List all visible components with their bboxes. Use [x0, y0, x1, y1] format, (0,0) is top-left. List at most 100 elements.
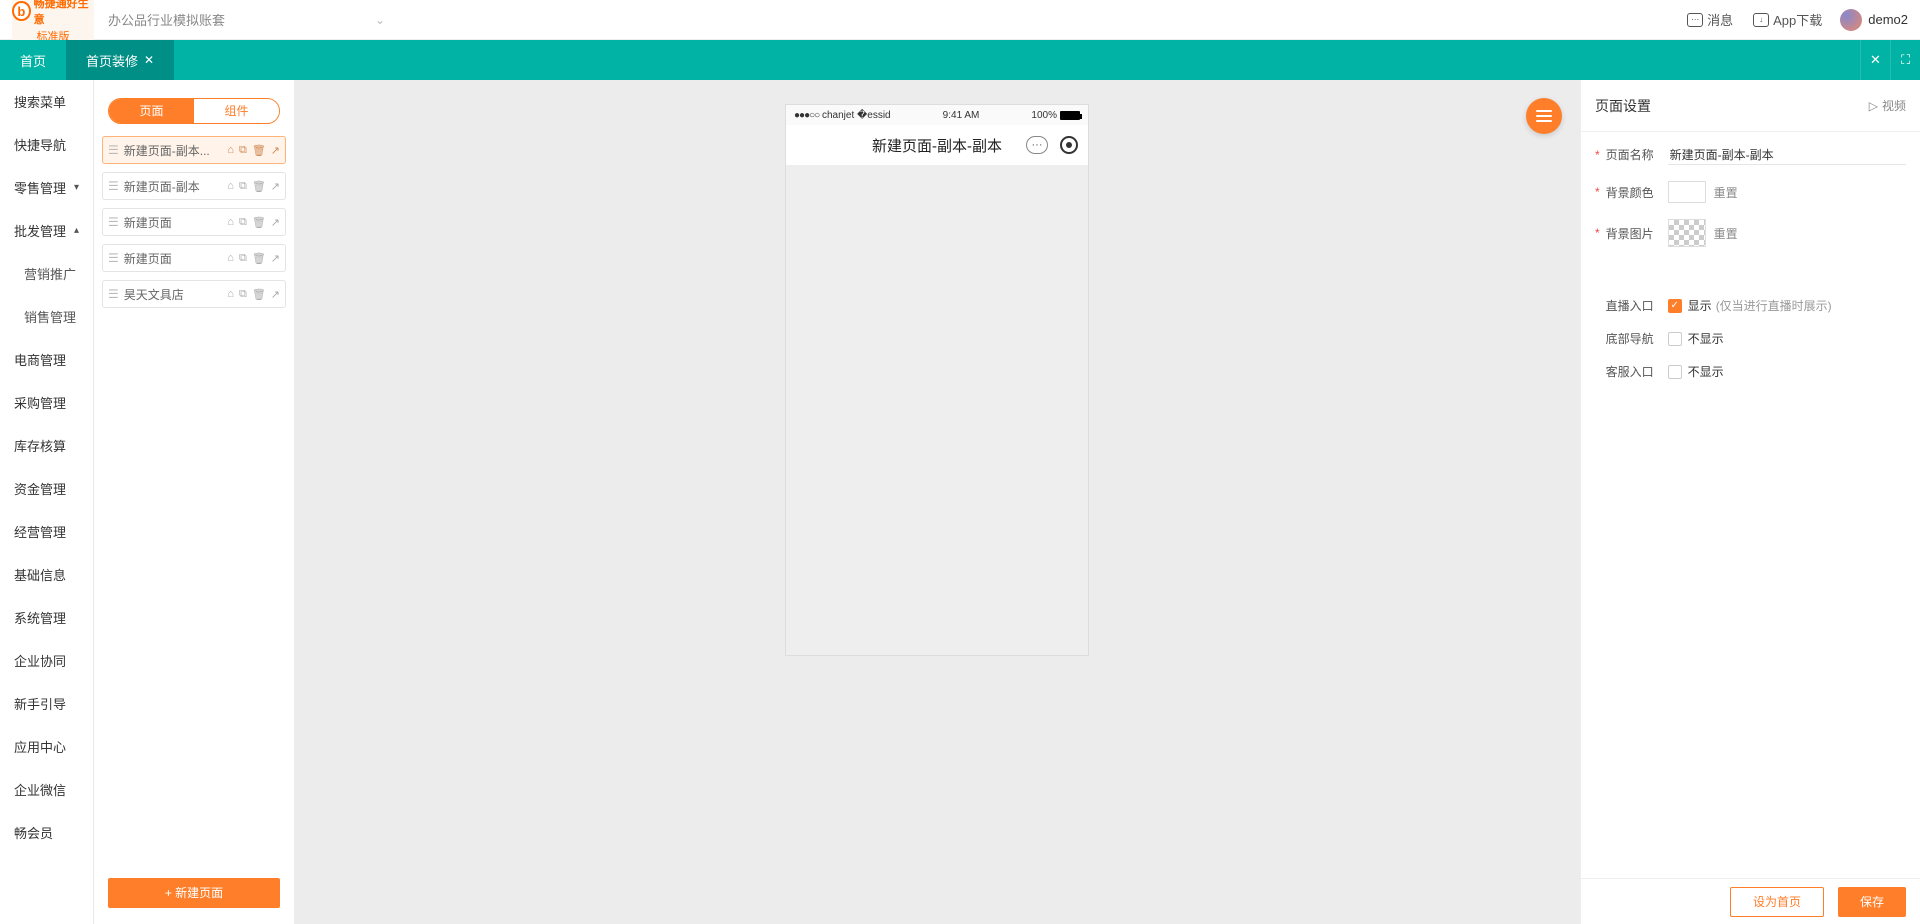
sidebar-item-guide[interactable]: 新手引导 — [0, 682, 93, 725]
bgimage-reset[interactable]: 重置 — [1714, 225, 1738, 242]
set-home-button[interactable]: 设为首页 — [1730, 887, 1824, 917]
video-link[interactable]: ▷视频 — [1869, 97, 1906, 114]
user-name[interactable]: demo2 — [1868, 12, 1908, 27]
copy-icon[interactable]: ⧉ — [239, 288, 247, 301]
copy-icon[interactable]: ⧉ — [239, 216, 247, 229]
app-download-label: App下载 — [1773, 10, 1822, 29]
drag-handle-icon[interactable]: ☰ — [108, 143, 119, 157]
segment-control: 页面 组件 — [108, 98, 280, 124]
tab-home-decorate[interactable]: 首页装修 ✕ — [66, 40, 174, 80]
segment-page[interactable]: 页面 — [109, 99, 194, 123]
share-icon[interactable]: ↗ — [271, 144, 280, 157]
miniapp-menu-icon[interactable]: ··· — [1026, 136, 1048, 154]
share-icon[interactable]: ↗ — [271, 288, 280, 301]
tab-home[interactable]: 首页 — [0, 40, 66, 80]
page-item[interactable]: ☰ 新建页面-副本... ⌂ ⧉ 🗑 ↗ — [102, 136, 286, 164]
delete-icon[interactable]: 🗑 — [252, 144, 266, 157]
page-name-input[interactable] — [1668, 144, 1906, 165]
sidebar-item-wechatwork[interactable]: 企业微信 — [0, 768, 93, 811]
drag-handle-icon[interactable]: ☰ — [108, 287, 119, 301]
editor-main: 页面 组件 ☰ 新建页面-副本... ⌂ ⧉ 🗑 ↗ ☰ 新建页面-副本 — [94, 80, 1920, 924]
page-item[interactable]: ☰ 昊天文具店 ⌂ ⧉ 🗑 ↗ — [102, 280, 286, 308]
play-icon: ▷ — [1869, 99, 1878, 113]
save-button[interactable]: 保存 — [1838, 887, 1906, 917]
logo-brand: 畅捷通好生意 — [34, 0, 94, 27]
page-item-name: 新建页面-副本 — [124, 178, 223, 195]
share-icon[interactable]: ↗ — [271, 252, 280, 265]
drag-handle-icon[interactable]: ☰ — [108, 251, 119, 265]
bottomnav-checkbox[interactable] — [1668, 332, 1682, 346]
sidebar-item-member[interactable]: 畅会员 — [0, 811, 93, 854]
pages-column: 页面 组件 ☰ 新建页面-副本... ⌂ ⧉ 🗑 ↗ ☰ 新建页面-副本 — [94, 80, 294, 924]
fab-menu-button[interactable] — [1526, 98, 1562, 134]
tab-close-icon[interactable]: ✕ — [144, 53, 154, 67]
page-item[interactable]: ☰ 新建页面 ⌂ ⧉ 🗑 ↗ — [102, 208, 286, 236]
page-item-name: 新建页面 — [124, 214, 223, 231]
sidebar-item-system[interactable]: 系统管理 — [0, 596, 93, 639]
sidebar-item-search[interactable]: 搜索菜单 — [0, 80, 93, 123]
canvas[interactable]: ●●●○○ chanjet �essid 9:41 AM 100% 新建页面-副… — [294, 80, 1580, 924]
settings-title: 页面设置 — [1595, 96, 1651, 116]
copy-icon[interactable]: ⧉ — [239, 252, 247, 265]
sidebar-item-operations[interactable]: 经营管理 — [0, 510, 93, 553]
fullscreen-icon[interactable]: ⛶ — [1890, 40, 1920, 80]
service-checkbox[interactable] — [1668, 365, 1682, 379]
sidebar-item-basicinfo[interactable]: 基础信息 — [0, 553, 93, 596]
sidebar-item-retail[interactable]: 零售管理▾ — [0, 166, 93, 209]
delete-icon[interactable]: 🗑 — [252, 180, 266, 193]
bgcolor-swatch[interactable] — [1668, 181, 1706, 203]
page-item[interactable]: ☰ 新建页面-副本 ⌂ ⧉ 🗑 ↗ — [102, 172, 286, 200]
live-checkbox[interactable]: ✓ — [1668, 299, 1682, 313]
messages-button[interactable]: ⋯ 消息 — [1687, 10, 1733, 29]
add-page-button[interactable]: + 新建页面 — [108, 878, 280, 908]
phone-time: 9:41 AM — [943, 110, 980, 121]
field-label-service: 客服入口 — [1606, 363, 1668, 380]
copy-icon[interactable]: ⧉ — [239, 144, 247, 157]
segment-component[interactable]: 组件 — [194, 99, 279, 123]
account-set-label: 办公品行业模拟账套 — [108, 10, 225, 29]
home-icon[interactable]: ⌂ — [227, 252, 234, 264]
share-icon[interactable]: ↗ — [271, 180, 280, 193]
sidebar-item-collab[interactable]: 企业协同 — [0, 639, 93, 682]
app-download-button[interactable]: ↓ App下载 — [1753, 10, 1822, 29]
service-checkbox-label: 不显示 — [1688, 363, 1724, 380]
drag-handle-icon[interactable]: ☰ — [108, 215, 119, 229]
delete-icon[interactable]: 🗑 — [252, 216, 266, 229]
field-label-live: 直播入口 — [1606, 297, 1668, 314]
tabs-close-all-button[interactable]: ✕ — [1860, 40, 1890, 80]
messages-label: 消息 — [1707, 10, 1733, 29]
sidebar-item-purchase[interactable]: 采购管理 — [0, 381, 93, 424]
sidebar-item-wholesale[interactable]: 批发管理▴ — [0, 209, 93, 252]
copy-icon[interactable]: ⧉ — [239, 180, 247, 193]
home-icon[interactable]: ⌂ — [227, 144, 234, 156]
phone-icon: ↓ — [1753, 13, 1769, 27]
phone-preview: ●●●○○ chanjet �essid 9:41 AM 100% 新建页面-副… — [785, 104, 1089, 656]
sidebar-item-inventory[interactable]: 库存核算 — [0, 424, 93, 467]
account-set-dropdown[interactable]: 办公品行业模拟账套 ⌄ — [108, 10, 385, 29]
page-item-name: 昊天文具店 — [124, 286, 223, 303]
page-item[interactable]: ☰ 新建页面 ⌂ ⧉ 🗑 ↗ — [102, 244, 286, 272]
sidebar: 搜索菜单 快捷导航 零售管理▾ 批发管理▴ 营销推广 销售管理 电商管理 采购管… — [0, 80, 94, 924]
phone-title: 新建页面-副本-副本 — [872, 135, 1002, 156]
share-icon[interactable]: ↗ — [271, 216, 280, 229]
miniapp-close-icon[interactable] — [1060, 136, 1078, 154]
avatar[interactable] — [1840, 9, 1862, 31]
sidebar-item-sales[interactable]: 销售管理 — [0, 295, 93, 338]
delete-icon[interactable]: 🗑 — [252, 288, 266, 301]
drag-handle-icon[interactable]: ☰ — [108, 179, 119, 193]
sidebar-item-ecommerce[interactable]: 电商管理 — [0, 338, 93, 381]
chevron-down-icon: ⌄ — [375, 13, 385, 27]
bgcolor-reset[interactable]: 重置 — [1714, 184, 1738, 201]
sidebar-item-appcenter[interactable]: 应用中心 — [0, 725, 93, 768]
sidebar-item-quicknav[interactable]: 快捷导航 — [0, 123, 93, 166]
sidebar-item-marketing[interactable]: 营销推广 — [0, 252, 93, 295]
home-icon[interactable]: ⌂ — [227, 180, 234, 192]
home-icon[interactable]: ⌂ — [227, 216, 234, 228]
home-icon[interactable]: ⌂ — [227, 288, 234, 300]
sidebar-item-funds[interactable]: 资金管理 — [0, 467, 93, 510]
bgimage-swatch[interactable] — [1668, 219, 1706, 247]
delete-icon[interactable]: 🗑 — [252, 252, 266, 265]
page-item-name: 新建页面 — [124, 250, 223, 267]
phone-battery: 100% — [1031, 110, 1057, 121]
battery-icon — [1060, 111, 1080, 120]
